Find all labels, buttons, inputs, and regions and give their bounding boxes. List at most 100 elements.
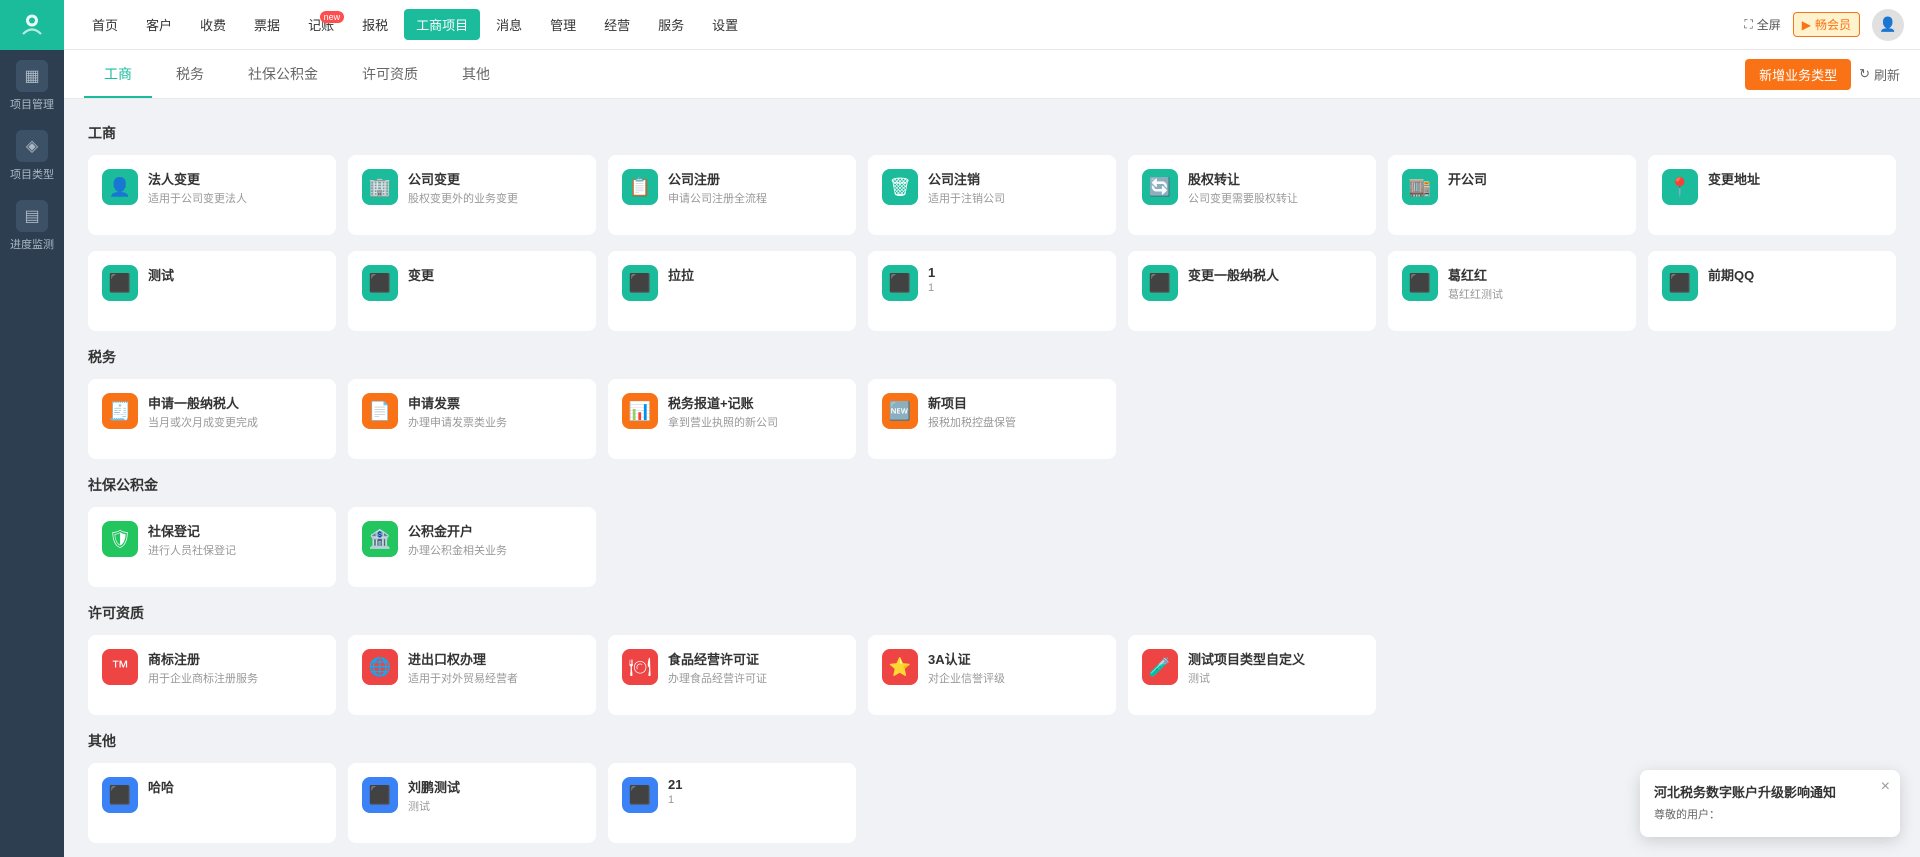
nav-accounting[interactable]: 记账 new — [296, 9, 346, 40]
nav-message[interactable]: 消息 — [484, 9, 534, 40]
member-btn[interactable]: ▶ 畅会员 — [1793, 12, 1860, 37]
other-cards: ⬛ 哈哈 ⬛ 刘鹏测试 测试 — [88, 763, 1896, 843]
legal-change-icon: 👤 — [102, 169, 138, 205]
card-equity-transfer[interactable]: 🔄 股权转让 公司变更需要股权转让 — [1128, 155, 1376, 235]
tab-bar: 工商 税务 社保公积金 许可资质 其他 新增业务类型 ↻ 刷新 — [64, 50, 1920, 99]
avatar[interactable]: 👤 — [1872, 9, 1904, 41]
card-import-export[interactable]: 🌐 进出口权办理 适用于对外贸易经营者 — [348, 635, 596, 715]
sidebar-item-progress-monitor[interactable]: ▤ 进度监测 — [0, 190, 64, 260]
notification-close[interactable]: × — [1881, 778, 1890, 796]
card-company-cancel[interactable]: 🗑 公司注销 适用于注销公司 — [868, 155, 1116, 235]
card-new-project[interactable]: 🆕 新项目 报税加税控盘保管 — [868, 379, 1116, 459]
card-test[interactable]: ⬛ 测试 — [88, 251, 336, 331]
change2-icon: ⬛ — [362, 265, 398, 301]
progress-monitor-icon: ▤ — [16, 200, 48, 232]
sidebar-logo[interactable] — [0, 0, 64, 50]
equity-transfer-icon: 🔄 — [1142, 169, 1178, 205]
tab-industry[interactable]: 工商 — [84, 50, 152, 98]
card-qianqi-qq[interactable]: ⬛ 前期QQ — [1648, 251, 1896, 331]
nav-industry[interactable]: 工商项目 — [404, 9, 480, 40]
sidebar-item-project-type[interactable]: ◈ 项目类型 — [0, 120, 64, 190]
card-social-register[interactable]: 🛡 社保登记 进行人员社保登记 — [88, 507, 336, 587]
change-address-icon: 📍 — [1662, 169, 1698, 205]
nav-tax[interactable]: 报税 — [350, 9, 400, 40]
card-title: 刘鹏测试 — [408, 777, 460, 796]
nav-service[interactable]: 服务 — [646, 9, 696, 40]
card-tax-report[interactable]: 📊 税务报道+记账 拿到营业执照的新公司 — [608, 379, 856, 459]
haha-icon: ⬛ — [102, 777, 138, 813]
new-type-button[interactable]: 新增业务类型 — [1745, 59, 1851, 90]
card-title: 公司注销 — [928, 169, 1005, 188]
card-ge-hong[interactable]: ⬛ 葛红红 葛红红测试 — [1388, 251, 1636, 331]
card-company-change[interactable]: 🏢 公司变更 股权变更外的业务变更 — [348, 155, 596, 235]
card-subtitle: 1 — [928, 282, 935, 294]
refresh-button[interactable]: ↻ 刷新 — [1859, 65, 1900, 84]
card-apply-invoice[interactable]: 📄 申请发票 办理申请发票类业务 — [348, 379, 596, 459]
topnav-right: ⛶ 全屏 ▶ 畅会员 👤 — [1744, 9, 1904, 41]
card-title: 1 — [928, 265, 935, 280]
card-haha[interactable]: ⬛ 哈哈 — [88, 763, 336, 843]
card-change-address[interactable]: 📍 变更地址 — [1648, 155, 1896, 235]
tab-license[interactable]: 许可资质 — [342, 50, 438, 98]
card-open-company[interactable]: 🏬 开公司 — [1388, 155, 1636, 235]
nav-home[interactable]: 首页 — [80, 9, 130, 40]
card-title: 拉拉 — [668, 265, 694, 284]
refresh-icon: ↻ — [1859, 66, 1870, 82]
card-subtitle: 当月或次月成变更完成 — [148, 414, 258, 430]
test-type-icon: 🧪 — [1142, 649, 1178, 685]
topnav-items: 首页 客户 收费 票据 记账 new 报税 工商项目 消息 管理 经营 服务 设… — [80, 9, 1744, 40]
card-title: 商标注册 — [148, 649, 258, 668]
section-title-license: 许可资质 — [88, 603, 1896, 623]
card-company-register[interactable]: 📋 公司注册 申请公司注册全流程 — [608, 155, 856, 235]
num21-icon: ⬛ — [622, 777, 658, 813]
section-title-industry: 工商 — [88, 123, 1896, 143]
open-company-icon: 🏬 — [1402, 169, 1438, 205]
nav-customer[interactable]: 客户 — [134, 9, 184, 40]
section-title-tax: 税务 — [88, 347, 1896, 367]
card-subtitle: 适用于注销公司 — [928, 190, 1005, 206]
nav-collect[interactable]: 收费 — [188, 9, 238, 40]
card-title: 哈哈 — [148, 777, 174, 796]
card-fund-open[interactable]: 🏦 公积金开户 办理公积金相关业务 — [348, 507, 596, 587]
card-3a-cert[interactable]: ⭐ 3A认证 对企业信誉评级 — [868, 635, 1116, 715]
tab-other[interactable]: 其他 — [442, 50, 510, 98]
avatar-icon: 👤 — [1879, 16, 1896, 33]
industry-cards-row1: 👤 法人变更 适用于公司变更法人 🏢 公司变更 股权变更外的业务变更 — [88, 155, 1896, 235]
card-test-type[interactable]: 🧪 测试项目类型自定义 测试 — [1128, 635, 1376, 715]
nav-manage[interactable]: 管理 — [538, 9, 588, 40]
card-num1[interactable]: ⬛ 1 1 — [868, 251, 1116, 331]
card-apply-tax[interactable]: 🧾 申请一般纳税人 当月或次月成变更完成 — [88, 379, 336, 459]
qianqi-qq-icon: ⬛ — [1662, 265, 1698, 301]
card-title: 食品经营许可证 — [668, 649, 767, 668]
card-change-tax[interactable]: ⬛ 变更一般纳税人 — [1128, 251, 1376, 331]
company-change-icon: 🏢 — [362, 169, 398, 205]
page-body: 工商 👤 法人变更 适用于公司变更法人 🏢 公司 — [64, 99, 1920, 857]
card-trademark[interactable]: ™ 商标注册 用于企业商标注册服务 — [88, 635, 336, 715]
topnav: 首页 客户 收费 票据 记账 new 报税 工商项目 消息 管理 经营 服务 设… — [64, 0, 1920, 50]
card-legal-change[interactable]: 👤 法人变更 适用于公司变更法人 — [88, 155, 336, 235]
tab-social[interactable]: 社保公积金 — [228, 50, 338, 98]
sidebar-item-project-manage[interactable]: ▦ 项目管理 — [0, 50, 64, 120]
tab-tax[interactable]: 税务 — [156, 50, 224, 98]
card-change2[interactable]: ⬛ 变更 — [348, 251, 596, 331]
nav-ticket[interactable]: 票据 — [242, 9, 292, 40]
trademark-icon: ™ — [102, 649, 138, 685]
nav-settings[interactable]: 设置 — [700, 9, 750, 40]
card-liupeng-test[interactable]: ⬛ 刘鹏测试 测试 — [348, 763, 596, 843]
card-title: 新项目 — [928, 393, 1016, 412]
nav-operation[interactable]: 经营 — [592, 9, 642, 40]
tab-bar-right: 新增业务类型 ↻ 刷新 — [1745, 59, 1900, 90]
member-label: 畅会员 — [1815, 16, 1851, 33]
card-food-license[interactable]: 🍽 食品经营许可证 办理食品经营许可证 — [608, 635, 856, 715]
member-icon: ▶ — [1802, 18, 1811, 32]
tax-report-icon: 📊 — [622, 393, 658, 429]
card-lala[interactable]: ⬛ 拉拉 — [608, 251, 856, 331]
card-num21[interactable]: ⬛ 21 1 — [608, 763, 856, 843]
fund-open-icon: 🏦 — [362, 521, 398, 557]
card-title: 公积金开户 — [408, 521, 507, 540]
card-title: 3A认证 — [928, 649, 1005, 668]
sidebar-item-label: 进度监测 — [10, 236, 54, 252]
social-cards: 🛡 社保登记 进行人员社保登记 🏦 公积金开户 办理公积金相关业务 — [88, 507, 1896, 587]
fullscreen-btn[interactable]: ⛶ 全屏 — [1744, 16, 1780, 33]
card-title: 变更地址 — [1708, 169, 1760, 188]
